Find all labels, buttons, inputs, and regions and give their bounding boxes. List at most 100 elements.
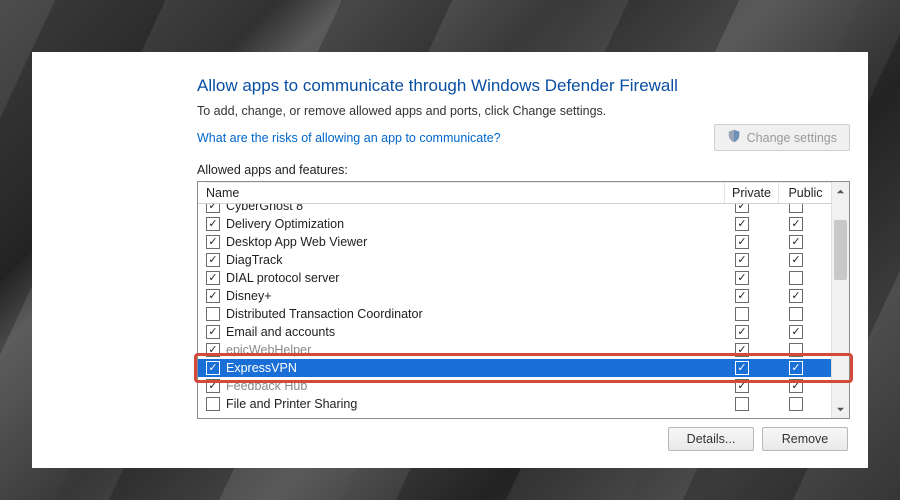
rows-container: CyberGhost 8 Delivery Optimization Desktop… bbox=[198, 204, 831, 413]
page-title: Allow apps to communicate through Window… bbox=[197, 76, 850, 96]
row-private-checkbox[interactable] bbox=[735, 204, 749, 213]
row-public-cell bbox=[769, 379, 823, 393]
row-public-checkbox[interactable] bbox=[789, 379, 803, 393]
row-enabled-checkbox[interactable] bbox=[206, 307, 220, 321]
table-row[interactable]: Disney+ bbox=[198, 287, 831, 305]
row-public-checkbox[interactable] bbox=[789, 343, 803, 357]
row-private-cell bbox=[715, 379, 769, 393]
row-private-checkbox[interactable] bbox=[735, 217, 749, 231]
scrollbar[interactable] bbox=[831, 182, 849, 418]
row-name: Desktop App Web Viewer bbox=[220, 235, 715, 249]
row-enabled-checkbox[interactable] bbox=[206, 204, 220, 213]
list-label: Allowed apps and features: bbox=[197, 163, 850, 177]
row-public-cell bbox=[769, 253, 823, 267]
row-private-checkbox[interactable] bbox=[735, 289, 749, 303]
table-row[interactable]: File and Printer Sharing bbox=[198, 395, 831, 413]
row-private-checkbox[interactable] bbox=[735, 325, 749, 339]
risks-link[interactable]: What are the risks of allowing an app to… bbox=[197, 131, 501, 145]
remove-button[interactable]: Remove bbox=[762, 427, 848, 451]
table-row[interactable]: CyberGhost 8 bbox=[198, 204, 831, 215]
row-public-cell bbox=[769, 307, 823, 321]
allowed-apps-list: Name Private Public CyberGhost 8 Delivery… bbox=[197, 181, 850, 419]
column-public[interactable]: Public bbox=[779, 182, 833, 203]
row-public-checkbox[interactable] bbox=[789, 253, 803, 267]
column-private[interactable]: Private bbox=[725, 182, 779, 203]
row-private-checkbox[interactable] bbox=[735, 343, 749, 357]
row-enabled-checkbox[interactable] bbox=[206, 397, 220, 411]
row-name: DIAL protocol server bbox=[220, 271, 715, 285]
row-enabled-checkbox[interactable] bbox=[206, 235, 220, 249]
change-settings-label: Change settings bbox=[747, 131, 837, 145]
row-public-checkbox[interactable] bbox=[789, 217, 803, 231]
scroll-down-button[interactable] bbox=[832, 400, 849, 418]
row-name: Email and accounts bbox=[220, 325, 715, 339]
row-enabled-checkbox[interactable] bbox=[206, 361, 220, 375]
row-public-cell bbox=[769, 204, 823, 213]
row-name: Delivery Optimization bbox=[220, 217, 715, 231]
row-enabled-checkbox[interactable] bbox=[206, 271, 220, 285]
table-row[interactable]: Delivery Optimization bbox=[198, 215, 831, 233]
row-private-cell bbox=[715, 397, 769, 411]
row-private-checkbox[interactable] bbox=[735, 271, 749, 285]
row-private-cell bbox=[715, 289, 769, 303]
row-private-checkbox[interactable] bbox=[735, 235, 749, 249]
rows-viewport: CyberGhost 8 Delivery Optimization Desktop… bbox=[198, 204, 831, 418]
row-name: epicWebHelper bbox=[220, 343, 715, 357]
link-row: What are the risks of allowing an app to… bbox=[197, 124, 850, 151]
table-row[interactable]: Desktop App Web Viewer bbox=[198, 233, 831, 251]
row-private-checkbox[interactable] bbox=[735, 379, 749, 393]
row-enabled-checkbox[interactable] bbox=[206, 217, 220, 231]
row-enabled-checkbox[interactable] bbox=[206, 379, 220, 393]
row-public-checkbox[interactable] bbox=[789, 325, 803, 339]
table-row[interactable]: DiagTrack bbox=[198, 251, 831, 269]
table-row[interactable]: Feedback Hub bbox=[198, 377, 831, 395]
row-public-checkbox[interactable] bbox=[789, 361, 803, 375]
row-private-cell bbox=[715, 361, 769, 375]
row-private-checkbox[interactable] bbox=[735, 361, 749, 375]
scroll-up-button[interactable] bbox=[832, 182, 849, 200]
row-private-checkbox[interactable] bbox=[735, 253, 749, 267]
row-enabled-checkbox[interactable] bbox=[206, 253, 220, 267]
details-button[interactable]: Details... bbox=[668, 427, 754, 451]
row-public-checkbox[interactable] bbox=[789, 271, 803, 285]
row-public-cell bbox=[769, 289, 823, 303]
row-public-checkbox[interactable] bbox=[789, 307, 803, 321]
row-name: DiagTrack bbox=[220, 253, 715, 267]
row-enabled-checkbox[interactable] bbox=[206, 325, 220, 339]
page-subtitle: To add, change, or remove allowed apps a… bbox=[197, 104, 850, 118]
change-settings-button[interactable]: Change settings bbox=[714, 124, 850, 151]
scroll-thumb[interactable] bbox=[834, 220, 847, 280]
row-private-cell bbox=[715, 235, 769, 249]
table-row[interactable]: DIAL protocol server bbox=[198, 269, 831, 287]
row-public-checkbox[interactable] bbox=[789, 397, 803, 411]
row-public-cell bbox=[769, 343, 823, 357]
bottom-buttons: Details... Remove bbox=[197, 427, 850, 451]
row-enabled-checkbox[interactable] bbox=[206, 289, 220, 303]
row-public-checkbox[interactable] bbox=[789, 204, 803, 213]
row-public-checkbox[interactable] bbox=[789, 235, 803, 249]
table-row[interactable]: Email and accounts bbox=[198, 323, 831, 341]
row-private-checkbox[interactable] bbox=[735, 307, 749, 321]
table-row[interactable]: Distributed Transaction Coordinator bbox=[198, 305, 831, 323]
row-public-cell bbox=[769, 361, 823, 375]
column-name[interactable]: Name bbox=[206, 182, 725, 203]
row-private-cell bbox=[715, 343, 769, 357]
row-private-checkbox[interactable] bbox=[735, 397, 749, 411]
row-public-cell bbox=[769, 217, 823, 231]
row-name: Distributed Transaction Coordinator bbox=[220, 307, 715, 321]
row-private-cell bbox=[715, 253, 769, 267]
row-name: File and Printer Sharing bbox=[220, 397, 715, 411]
row-name: CyberGhost 8 bbox=[220, 204, 715, 213]
row-public-checkbox[interactable] bbox=[789, 289, 803, 303]
allowed-apps-pane: Allow apps to communicate through Window… bbox=[197, 76, 850, 468]
row-public-cell bbox=[769, 235, 823, 249]
scroll-track[interactable] bbox=[832, 200, 849, 400]
table-row[interactable]: ExpressVPN bbox=[198, 359, 831, 377]
row-enabled-checkbox[interactable] bbox=[206, 343, 220, 357]
row-private-cell bbox=[715, 217, 769, 231]
table-row[interactable]: epicWebHelper bbox=[198, 341, 831, 359]
row-public-cell bbox=[769, 271, 823, 285]
row-private-cell bbox=[715, 307, 769, 321]
list-header: Name Private Public bbox=[198, 182, 849, 204]
row-public-cell bbox=[769, 397, 823, 411]
